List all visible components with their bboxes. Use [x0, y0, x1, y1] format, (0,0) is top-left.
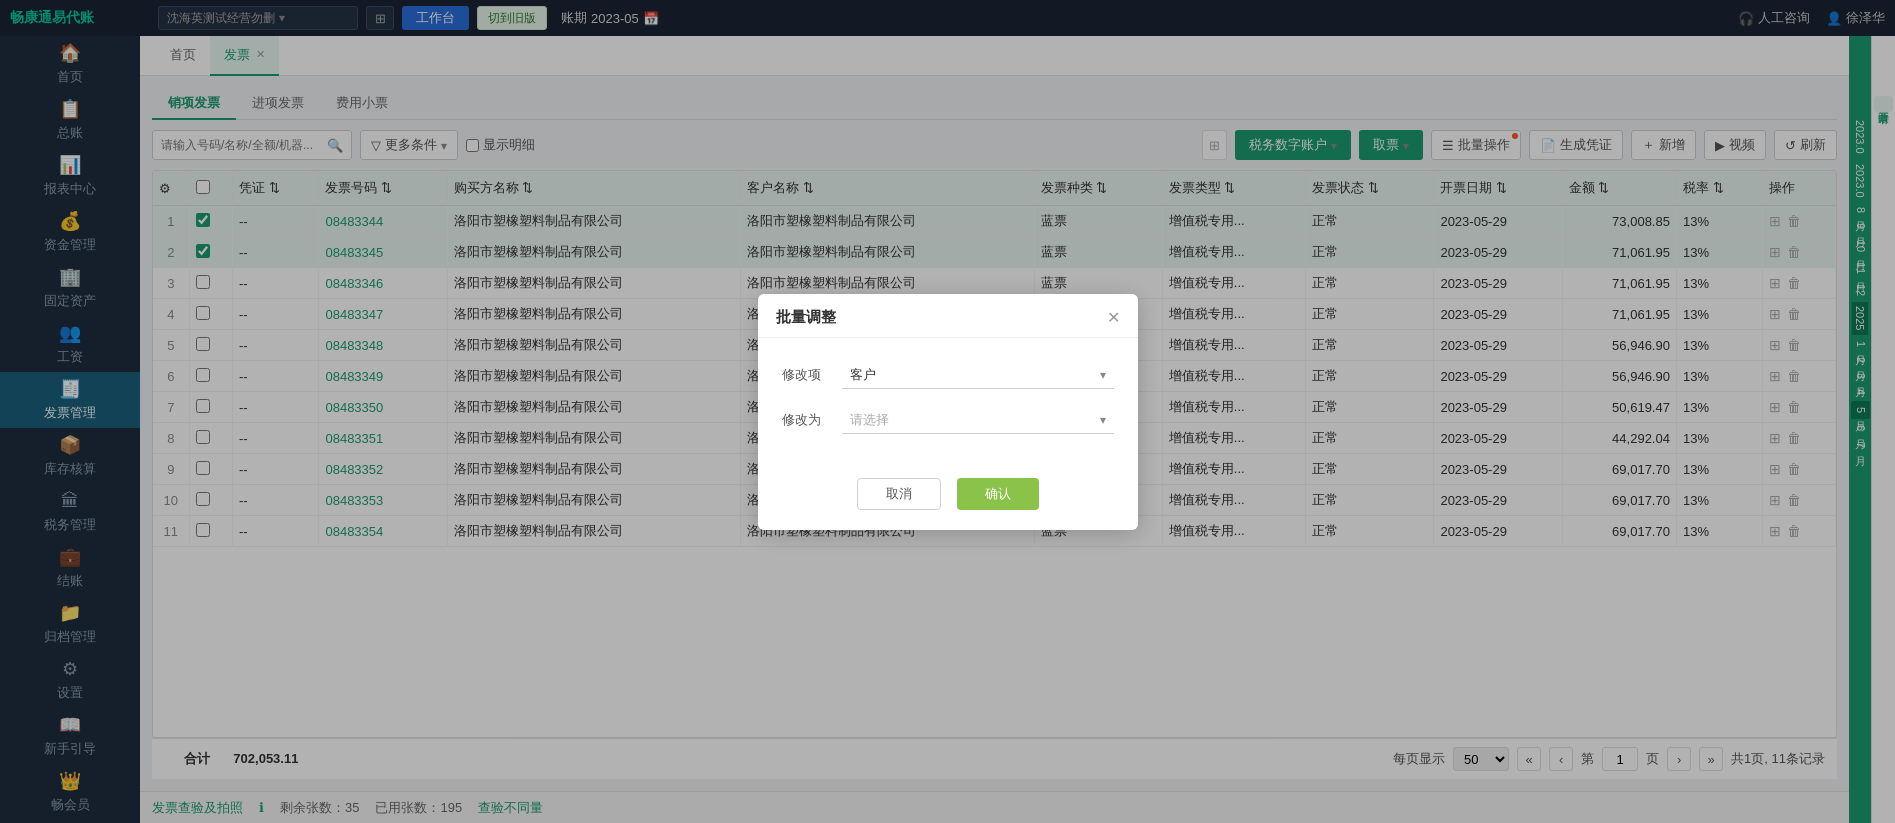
value-select-chevron: [1100, 412, 1106, 427]
modal-header: 批量调整 ✕: [758, 294, 1138, 338]
modify-field-label: 修改项: [782, 366, 842, 384]
modal-title: 批量调整: [776, 308, 836, 327]
modify-to-placeholder: 请选择: [850, 411, 889, 429]
modify-field-value: 客户: [850, 366, 876, 384]
modal-footer: 取消 确认: [758, 468, 1138, 530]
modal-cancel-btn[interactable]: 取消: [857, 478, 941, 510]
modify-to-select[interactable]: 请选择: [842, 407, 1114, 434]
modify-to-label: 修改为: [782, 411, 842, 429]
modify-field-select[interactable]: 客户: [842, 362, 1114, 389]
field-select-chevron: [1100, 367, 1106, 382]
modal-body: 修改项 客户 修改为 请选择: [758, 338, 1138, 468]
modal-confirm-btn[interactable]: 确认: [957, 478, 1039, 510]
modal-field-row: 修改项 客户: [782, 362, 1114, 389]
modal-overlay: 批量调整 ✕ 修改项 客户 修改为 请选择 取消 确认: [0, 0, 1895, 823]
modal-close-btn[interactable]: ✕: [1107, 308, 1120, 327]
modal-value-row: 修改为 请选择: [782, 407, 1114, 434]
batch-adjust-modal: 批量调整 ✕ 修改项 客户 修改为 请选择 取消 确认: [758, 294, 1138, 530]
